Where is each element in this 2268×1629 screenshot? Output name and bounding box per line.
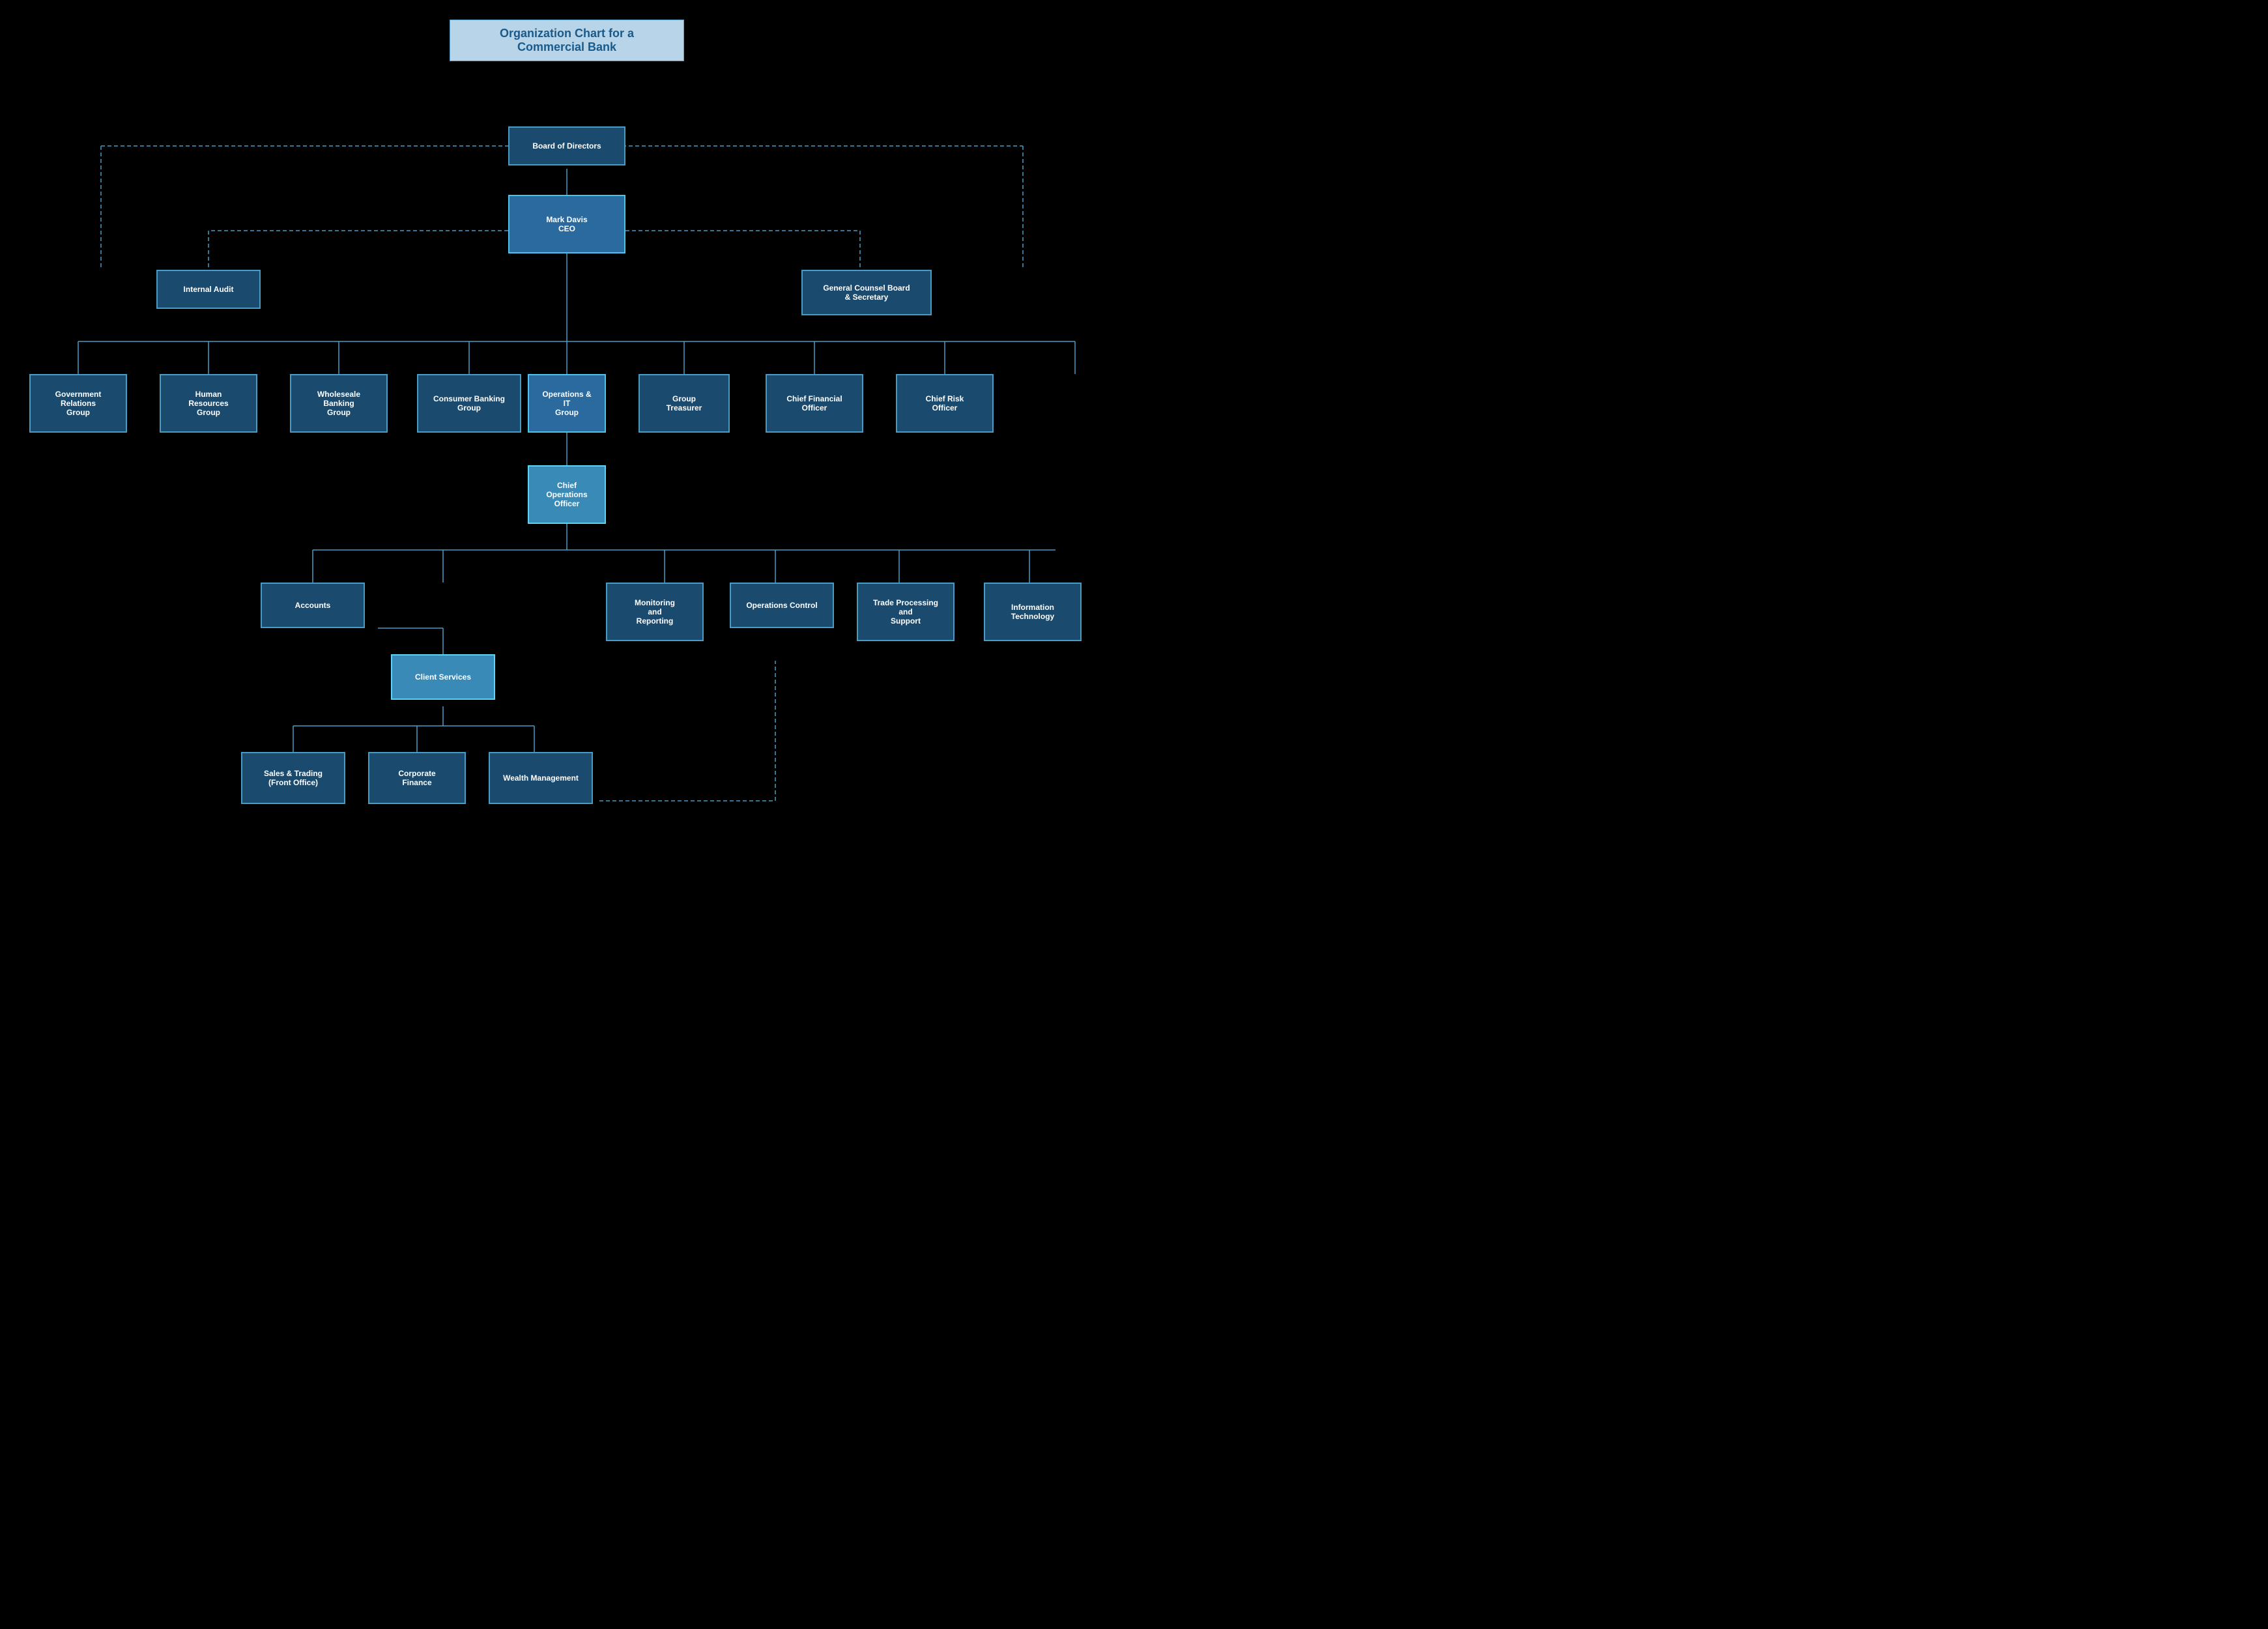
board-of-directors: Board of Directors xyxy=(508,126,625,166)
ceo-node: Mark Davis CEO xyxy=(508,195,625,253)
gov-relations-node: Government Relations Group xyxy=(29,374,127,433)
group-treasurer-node: Group Treasurer xyxy=(639,374,730,433)
wholesale-banking-node: Wholeseale Banking Group xyxy=(290,374,388,433)
human-resources-node: Human Resources Group xyxy=(160,374,257,433)
monitoring-node: Monitoring and Reporting xyxy=(606,583,704,641)
trade-processing-node: Trade Processing and Support xyxy=(857,583,955,641)
wealth-management-node: Wealth Management xyxy=(489,752,593,804)
chart-area: Board of Directors Mark Davis CEO Intern… xyxy=(13,94,1121,863)
corporate-finance-node: Corporate Finance xyxy=(368,752,466,804)
information-tech-node: Information Technology xyxy=(984,583,1082,641)
page: Organization Chart for a Commercial Bank xyxy=(0,0,1134,876)
consumer-banking-node: Consumer Banking Group xyxy=(417,374,521,433)
accounts-node: Accounts xyxy=(261,583,365,628)
chief-risk-node: Chief Risk Officer xyxy=(896,374,994,433)
chief-financial-node: Chief Financial Officer xyxy=(766,374,863,433)
operations-control-node: Operations Control xyxy=(730,583,834,628)
sales-trading-node: Sales & Trading (Front Office) xyxy=(241,752,345,804)
internal-audit-node: Internal Audit xyxy=(156,270,261,309)
operations-it-node: Operations & IT Group xyxy=(528,374,606,433)
chart-title-box: Organization Chart for a Commercial Bank xyxy=(450,20,684,61)
client-services-node: Client Services xyxy=(391,654,495,700)
general-counsel-node: General Counsel Board & Secretary xyxy=(801,270,932,315)
chief-operations-node: Chief Operations Officer xyxy=(528,465,606,524)
chart-title: Organization Chart for a Commercial Bank xyxy=(470,27,664,54)
